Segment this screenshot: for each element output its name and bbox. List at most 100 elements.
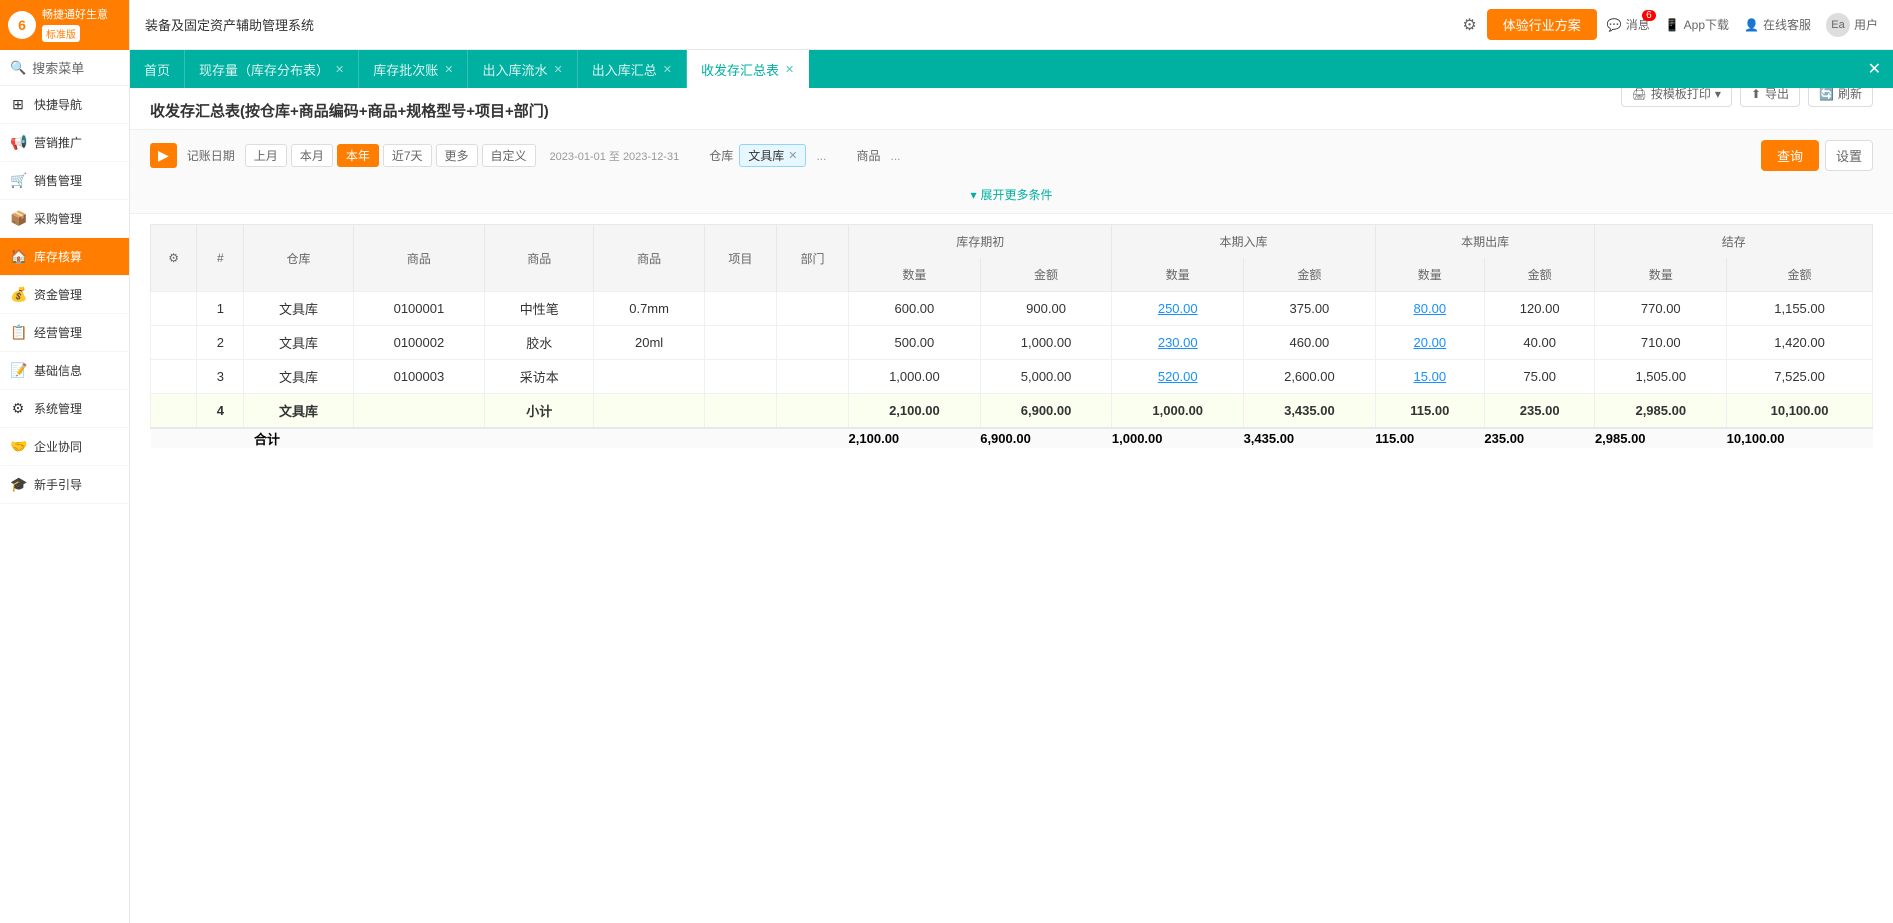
refresh-button[interactable]: 🔄 刷新 — [1808, 88, 1873, 107]
col-code-header: 商品 — [353, 225, 485, 292]
row-project — [704, 326, 776, 360]
date-btn-自定义[interactable]: 自定义 — [482, 144, 536, 167]
settings-gear-icon[interactable]: ⚙ — [1462, 15, 1476, 35]
sidebar-item-inventory[interactable]: 🏠库存核算 — [0, 238, 129, 276]
row-warehouse: 文具库 — [244, 394, 353, 429]
row-end-amt: 1,155.00 — [1727, 292, 1873, 326]
footer-out-qty: 115.00 — [1375, 428, 1484, 448]
col-opening-header: 库存期初 — [849, 225, 1112, 259]
warehouse-tag-text: 文具库 — [748, 147, 784, 164]
row-end-amt: 10,100.00 — [1727, 394, 1873, 429]
table-row: 3 文具库 0100003 采访本 1,000.00 5,000.00 520.… — [151, 360, 1873, 394]
date-btn-近7天[interactable]: 近7天 — [383, 144, 432, 167]
mobile-icon: 📱 — [1665, 18, 1680, 32]
sidebar-item-purchase[interactable]: 📦采购管理 — [0, 200, 129, 238]
warehouse-tag-close-icon[interactable]: ✕ — [788, 149, 797, 162]
tab-close-icon[interactable]: ✕ — [785, 63, 794, 76]
main-content: 收发存汇总表(按仓库+商品编码+商品+规格型号+项目+部门) 🖨 按模板打印 ▾… — [130, 88, 1893, 923]
export-button[interactable]: ⬆ 导出 — [1740, 88, 1800, 107]
sidebar-item-marketing[interactable]: 📢营销推广 — [0, 124, 129, 162]
row-out-qty[interactable]: 15.00 — [1375, 360, 1484, 394]
online-service-action[interactable]: 👤 在线客服 — [1744, 16, 1811, 33]
search-label: 搜索菜单 — [32, 58, 84, 77]
query-button[interactable]: 查询 — [1761, 140, 1819, 171]
col-settings-header[interactable]: ⚙ — [151, 225, 197, 292]
message-action[interactable]: 💬 消息 6 — [1607, 16, 1650, 33]
row-out-amt: 120.00 — [1484, 292, 1595, 326]
date-btn-更多[interactable]: 更多 — [436, 144, 478, 167]
row-open-amt: 900.00 — [980, 292, 1112, 326]
date-btn-本年[interactable]: 本年 — [337, 144, 379, 167]
col-in-qty-header: 数量 — [1112, 258, 1244, 292]
row-out-qty[interactable]: 20.00 — [1375, 326, 1484, 360]
table-row: 1 文具库 0100001 中性笔 0.7mm 600.00 900.00 25… — [151, 292, 1873, 326]
sidebar-item-guide[interactable]: 🎓新手引导 — [0, 466, 129, 504]
row-end-qty: 2,985.00 — [1595, 394, 1727, 429]
row-end-amt: 1,420.00 — [1727, 326, 1873, 360]
sidebar-item-base-info[interactable]: 📝基础信息 — [0, 352, 129, 390]
date-btn-上月[interactable]: 上月 — [245, 144, 287, 167]
footer-open-qty: 2,100.00 — [849, 428, 981, 448]
table-settings-icon[interactable]: ⚙ — [168, 251, 179, 265]
tab-stock-dist[interactable]: 现存量（库存分布表）✕ — [185, 50, 359, 88]
tab-close-icon[interactable]: ✕ — [554, 63, 563, 76]
filter-area: ▶ 记账日期 上月本月本年近7天更多自定义 2023-01-01 至 2023-… — [130, 130, 1893, 214]
warehouse-filter: 仓库 文具库 ✕ ... — [709, 144, 826, 167]
goods-more-button[interactable]: ... — [891, 149, 901, 163]
sidebar-item-sales[interactable]: 🛒销售管理 — [0, 162, 129, 200]
row-open-amt: 6,900.00 — [980, 394, 1112, 429]
trial-button[interactable]: 体验行业方案 — [1487, 9, 1597, 40]
date-filter-label: 记账日期 — [187, 147, 235, 164]
col-in-header: 本期入库 — [1112, 225, 1375, 259]
row-out-qty[interactable]: 80.00 — [1375, 292, 1484, 326]
inventory-icon: 🏠 — [10, 248, 26, 265]
footer-out-amt: 235.00 — [1484, 428, 1595, 448]
sidebar-item-enterprise[interactable]: 🤝企业协同 — [0, 428, 129, 466]
tab-recv-send-summary[interactable]: 收发存汇总表✕ — [687, 50, 809, 88]
row-end-qty: 770.00 — [1595, 292, 1727, 326]
filter-settings-button[interactable]: 设置 — [1825, 140, 1873, 171]
refresh-icon: 🔄 — [1819, 88, 1834, 101]
row-in-amt: 2,600.00 — [1244, 360, 1376, 394]
col-out-amt-header: 金额 — [1484, 258, 1595, 292]
print-button[interactable]: 🖨 按模板打印 ▾ — [1621, 88, 1732, 107]
row-in-qty[interactable]: 250.00 — [1112, 292, 1244, 326]
row-code — [353, 394, 485, 429]
tab-close-icon[interactable]: ✕ — [335, 63, 344, 76]
sidebar-search[interactable]: 🔍 搜索菜单 — [0, 50, 129, 86]
filter-row-1: ▶ 记账日期 上月本月本年近7天更多自定义 2023-01-01 至 2023-… — [150, 140, 1873, 171]
service-icon: 👤 — [1744, 18, 1759, 32]
sidebar-item-quick-nav[interactable]: ⊞快捷导航 — [0, 86, 129, 124]
sidebar-item-operations[interactable]: 📋经营管理 — [0, 314, 129, 352]
row-open-amt: 1,000.00 — [980, 326, 1112, 360]
message-icon: 💬 — [1607, 18, 1622, 32]
col-project-header: 项目 — [704, 225, 776, 292]
sidebar-item-system[interactable]: ⚙系统管理 — [0, 390, 129, 428]
tab-close-icon[interactable]: ✕ — [444, 63, 453, 76]
app-download-action[interactable]: 📱 App下载 — [1665, 16, 1729, 33]
logo-text: 畅捷通好生意 标准版 — [42, 8, 108, 41]
sidebar-item-finance[interactable]: 💰资金管理 — [0, 276, 129, 314]
expand-conditions-button[interactable]: ▾ 展开更多条件 — [970, 186, 1052, 203]
warehouse-label: 仓库 — [709, 147, 733, 164]
tab-inout-flow[interactable]: 出入库流水✕ — [468, 50, 577, 88]
row-open-qty: 1,000.00 — [849, 360, 981, 394]
date-btn-本月[interactable]: 本月 — [291, 144, 333, 167]
row-warehouse: 文具库 — [244, 326, 353, 360]
col-opening-qty-header: 数量 — [849, 258, 981, 292]
tab-batch[interactable]: 库存批次账✕ — [359, 50, 468, 88]
sidebar: 6 畅捷通好生意 标准版 🔍 搜索菜单 ⊞快捷导航📢营销推广🛒销售管理📦采购管理… — [0, 0, 130, 923]
row-in-qty[interactable]: 230.00 — [1112, 326, 1244, 360]
filter-toggle-button[interactable]: ▶ — [150, 143, 177, 168]
tab-close-icon[interactable]: ✕ — [663, 63, 672, 76]
tab-home[interactable]: 首页 — [130, 50, 185, 88]
user-action[interactable]: Ea 用户 — [1826, 13, 1878, 37]
table-row: 2 文具库 0100002 胶水 20ml 500.00 1,000.00 23… — [151, 326, 1873, 360]
row-in-amt: 3,435.00 — [1244, 394, 1376, 429]
close-all-tabs-button[interactable]: ✕ — [1856, 59, 1893, 79]
row-code: 0100002 — [353, 326, 485, 360]
warehouse-more-button[interactable]: ... — [816, 149, 826, 163]
row-in-qty[interactable]: 520.00 — [1112, 360, 1244, 394]
tab-inout-summary[interactable]: 出入库汇总✕ — [578, 50, 687, 88]
purchase-icon: 📦 — [10, 210, 26, 227]
